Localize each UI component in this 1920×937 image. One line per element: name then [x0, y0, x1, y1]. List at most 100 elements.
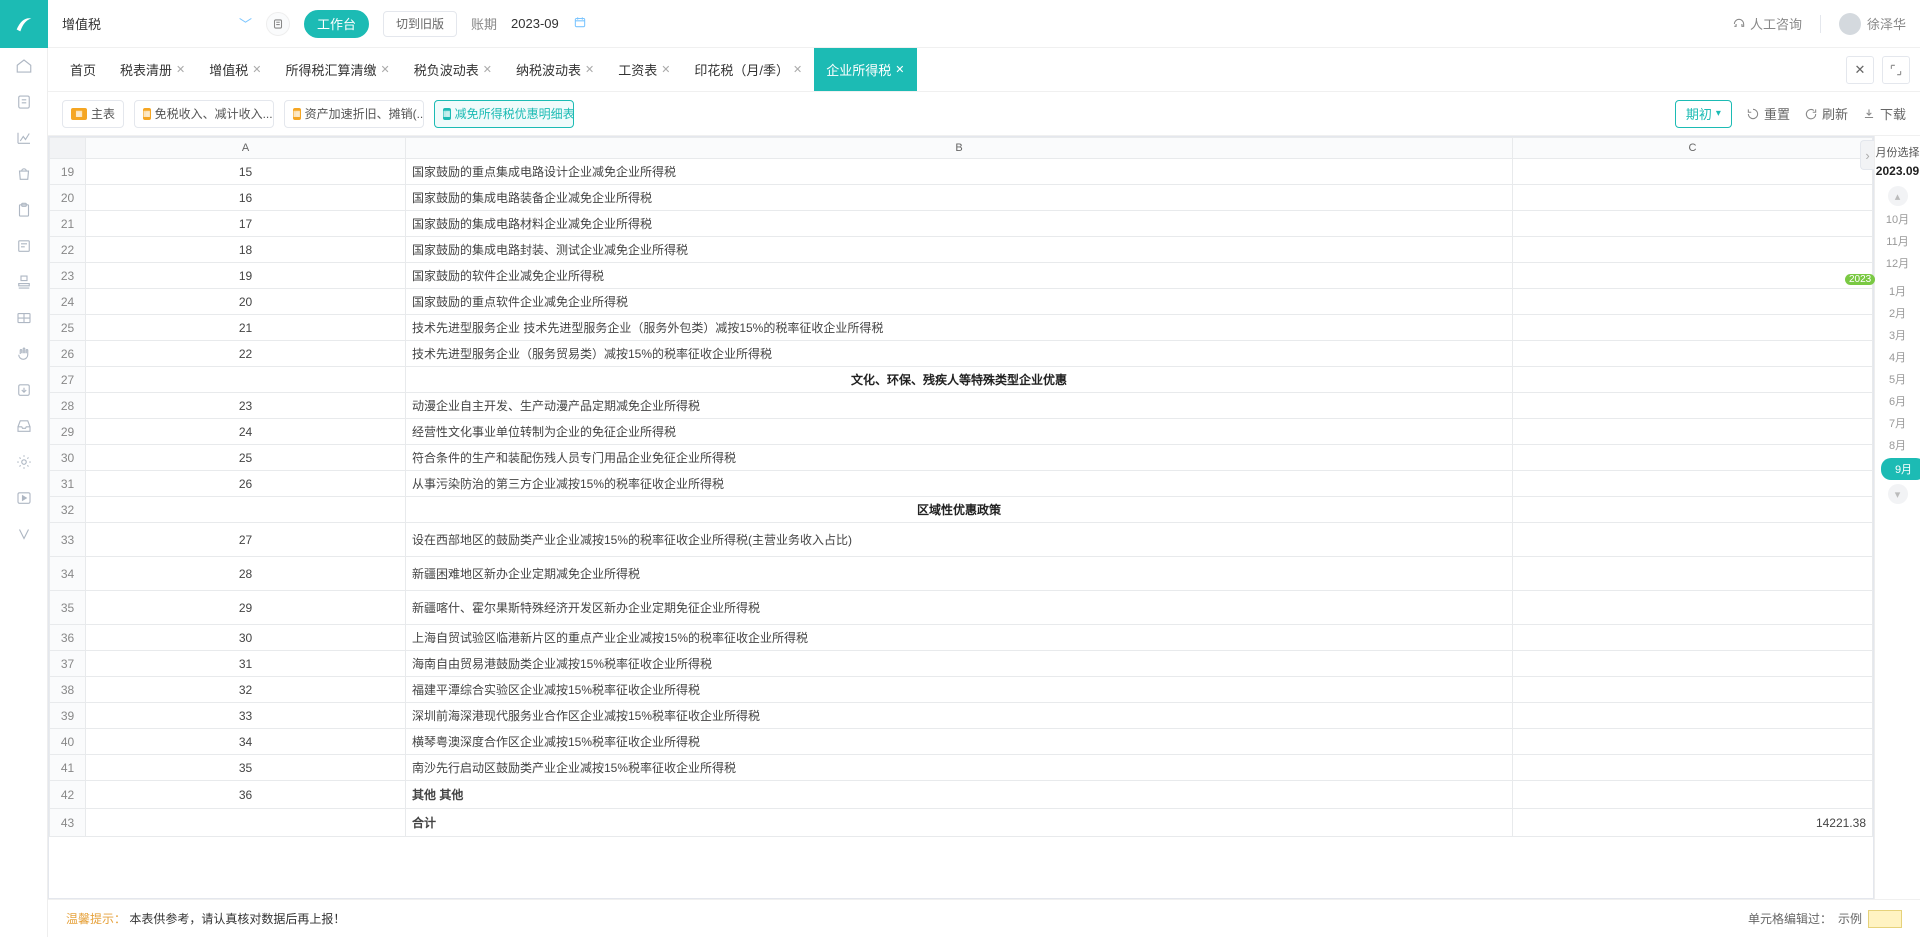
- cell-b[interactable]: 符合条件的生产和装配伤残人员专门用品企业免征企业所得税: [406, 445, 1513, 471]
- cell-b[interactable]: 设在西部地区的鼓励类产业企业减按15%的税率征收企业所得税(主营业务收入占比): [406, 523, 1513, 557]
- rail-home-icon[interactable]: [0, 48, 48, 84]
- cell-c[interactable]: 14221.38: [1513, 809, 1873, 837]
- cell-c[interactable]: [1513, 159, 1873, 185]
- row-number[interactable]: 39: [50, 703, 86, 729]
- row-number[interactable]: 35: [50, 591, 86, 625]
- cell-a[interactable]: 17: [86, 211, 406, 237]
- support-link[interactable]: 人工咨询: [1732, 14, 1802, 33]
- cell-b[interactable]: 从事污染防治的第三方企业减按15%的税率征收企业所得税: [406, 471, 1513, 497]
- cell-c[interactable]: [1513, 393, 1873, 419]
- cell-b[interactable]: 区域性优惠政策: [406, 497, 1513, 523]
- row-number[interactable]: 21: [50, 211, 86, 237]
- cell-a[interactable]: 19: [86, 263, 406, 289]
- rail-play-icon[interactable]: [0, 480, 48, 516]
- cell-a[interactable]: 32: [86, 677, 406, 703]
- month-item[interactable]: 5月: [1875, 368, 1920, 390]
- cell-c[interactable]: [1513, 471, 1873, 497]
- cell-b[interactable]: 国家鼓励的集成电路封装、测试企业减免企业所得税: [406, 237, 1513, 263]
- cell-a[interactable]: [86, 367, 406, 393]
- cell-c[interactable]: [1513, 497, 1873, 523]
- table-row[interactable]: 2420国家鼓励的重点软件企业减免企业所得税: [50, 289, 1873, 315]
- close-icon[interactable]: ✕: [585, 63, 594, 76]
- cell-a[interactable]: [86, 497, 406, 523]
- cell-b[interactable]: 国家鼓励的软件企业减免企业所得税: [406, 263, 1513, 289]
- table-row[interactable]: 2117国家鼓励的集成电路材料企业减免企业所得税: [50, 211, 1873, 237]
- table-row[interactable]: 3933深圳前海深港现代服务业合作区企业减按15%税率征收企业所得税: [50, 703, 1873, 729]
- table-row[interactable]: 32区域性优惠政策: [50, 497, 1873, 523]
- tab-企业所得税[interactable]: 企业所得税✕: [814, 48, 916, 92]
- rail-grid-icon[interactable]: [0, 300, 48, 336]
- cell-a[interactable]: 29: [86, 591, 406, 625]
- cell-a[interactable]: 15: [86, 159, 406, 185]
- month-item[interactable]: 12月: [1875, 252, 1920, 274]
- cell-b[interactable]: 南沙先行启动区鼓励类产业企业减按15%税率征收企业所得税: [406, 755, 1513, 781]
- workbench-button[interactable]: 工作台: [304, 10, 369, 38]
- table-row[interactable]: 3529新疆喀什、霍尔果斯特殊经济开发区新办企业定期免征企业所得税: [50, 591, 1873, 625]
- table-row[interactable]: 3025符合条件的生产和装配伤残人员专门用品企业免征企业所得税: [50, 445, 1873, 471]
- row-number[interactable]: 43: [50, 809, 86, 837]
- cell-c[interactable]: [1513, 591, 1873, 625]
- cell-c[interactable]: [1513, 651, 1873, 677]
- row-number[interactable]: 27: [50, 367, 86, 393]
- subtab-免税收入、减计收入...[interactable]: ▦免税收入、减计收入...: [134, 100, 274, 128]
- cell-c[interactable]: [1513, 445, 1873, 471]
- row-number[interactable]: 24: [50, 289, 86, 315]
- cell-b[interactable]: 新疆喀什、霍尔果斯特殊经济开发区新办企业定期免征企业所得税: [406, 591, 1513, 625]
- close-icon[interactable]: ✕: [895, 63, 904, 76]
- cell-a[interactable]: 35: [86, 755, 406, 781]
- month-item[interactable]: 2月: [1875, 302, 1920, 324]
- rail-inbox-icon[interactable]: [0, 408, 48, 444]
- month-item[interactable]: 11月: [1875, 230, 1920, 252]
- cell-a[interactable]: 27: [86, 523, 406, 557]
- table-row[interactable]: 3126从事污染防治的第三方企业减按15%的税率征收企业所得税: [50, 471, 1873, 497]
- cell-b[interactable]: 动漫企业自主开发、生产动漫产品定期减免企业所得税: [406, 393, 1513, 419]
- calendar-icon[interactable]: [573, 15, 587, 32]
- table-row[interactable]: 4135南沙先行启动区鼓励类产业企业减按15%税率征收企业所得税: [50, 755, 1873, 781]
- col-header-B[interactable]: B: [406, 138, 1513, 159]
- cell-a[interactable]: 24: [86, 419, 406, 445]
- month-item[interactable]: 9月: [1881, 458, 1920, 480]
- table-row[interactable]: 3428新疆困难地区新办企业定期减免企业所得税: [50, 557, 1873, 591]
- table-row[interactable]: 43合计14221.38: [50, 809, 1873, 837]
- month-item[interactable]: 6月: [1875, 390, 1920, 412]
- row-number[interactable]: 36: [50, 625, 86, 651]
- cell-b[interactable]: 深圳前海深港现代服务业合作区企业减按15%税率征收企业所得税: [406, 703, 1513, 729]
- rail-clipboard-icon[interactable]: [0, 192, 48, 228]
- table-row[interactable]: 2521技术先进型服务企业 技术先进型服务企业（服务外包类）减按15%的税率征收…: [50, 315, 1873, 341]
- cell-a[interactable]: 16: [86, 185, 406, 211]
- row-number[interactable]: 31: [50, 471, 86, 497]
- cell-a[interactable]: 20: [86, 289, 406, 315]
- cell-a[interactable]: 23: [86, 393, 406, 419]
- tab-纳税波动表[interactable]: 纳税波动表✕: [504, 48, 606, 92]
- cell-b[interactable]: 海南自由贸易港鼓励类企业减按15%税率征收企业所得税: [406, 651, 1513, 677]
- row-number[interactable]: 20: [50, 185, 86, 211]
- cell-a[interactable]: 34: [86, 729, 406, 755]
- table-row[interactable]: 2319国家鼓励的软件企业减免企业所得税: [50, 263, 1873, 289]
- cell-b[interactable]: 技术先进型服务企业 技术先进型服务企业（服务外包类）减按15%的税率征收企业所得…: [406, 315, 1513, 341]
- table-row[interactable]: 2823动漫企业自主开发、生产动漫产品定期减免企业所得税: [50, 393, 1873, 419]
- row-number[interactable]: 29: [50, 419, 86, 445]
- grid-corner[interactable]: [50, 138, 86, 159]
- close-icon[interactable]: ✕: [381, 63, 390, 76]
- row-number[interactable]: 34: [50, 557, 86, 591]
- row-number[interactable]: 38: [50, 677, 86, 703]
- cell-c[interactable]: [1513, 237, 1873, 263]
- cell-c[interactable]: [1513, 341, 1873, 367]
- cell-a[interactable]: 31: [86, 651, 406, 677]
- reset-button[interactable]: 重置: [1746, 104, 1790, 123]
- rail-bag-icon[interactable]: [0, 156, 48, 192]
- rail-chart-icon[interactable]: [0, 120, 48, 156]
- month-item[interactable]: 1月: [1875, 280, 1920, 302]
- row-number[interactable]: 33: [50, 523, 86, 557]
- tab-工资表[interactable]: 工资表✕: [606, 48, 682, 92]
- cell-b[interactable]: 其他 其他: [406, 781, 1513, 809]
- cell-a[interactable]: 22: [86, 341, 406, 367]
- month-item[interactable]: 8月: [1875, 434, 1920, 456]
- logo[interactable]: [0, 0, 48, 48]
- cell-c[interactable]: [1513, 211, 1873, 237]
- cell-c[interactable]: [1513, 419, 1873, 445]
- download-button[interactable]: 下载: [1862, 104, 1906, 123]
- note-icon[interactable]: [266, 12, 290, 36]
- col-header-C[interactable]: C: [1513, 138, 1873, 159]
- cell-c[interactable]: [1513, 185, 1873, 211]
